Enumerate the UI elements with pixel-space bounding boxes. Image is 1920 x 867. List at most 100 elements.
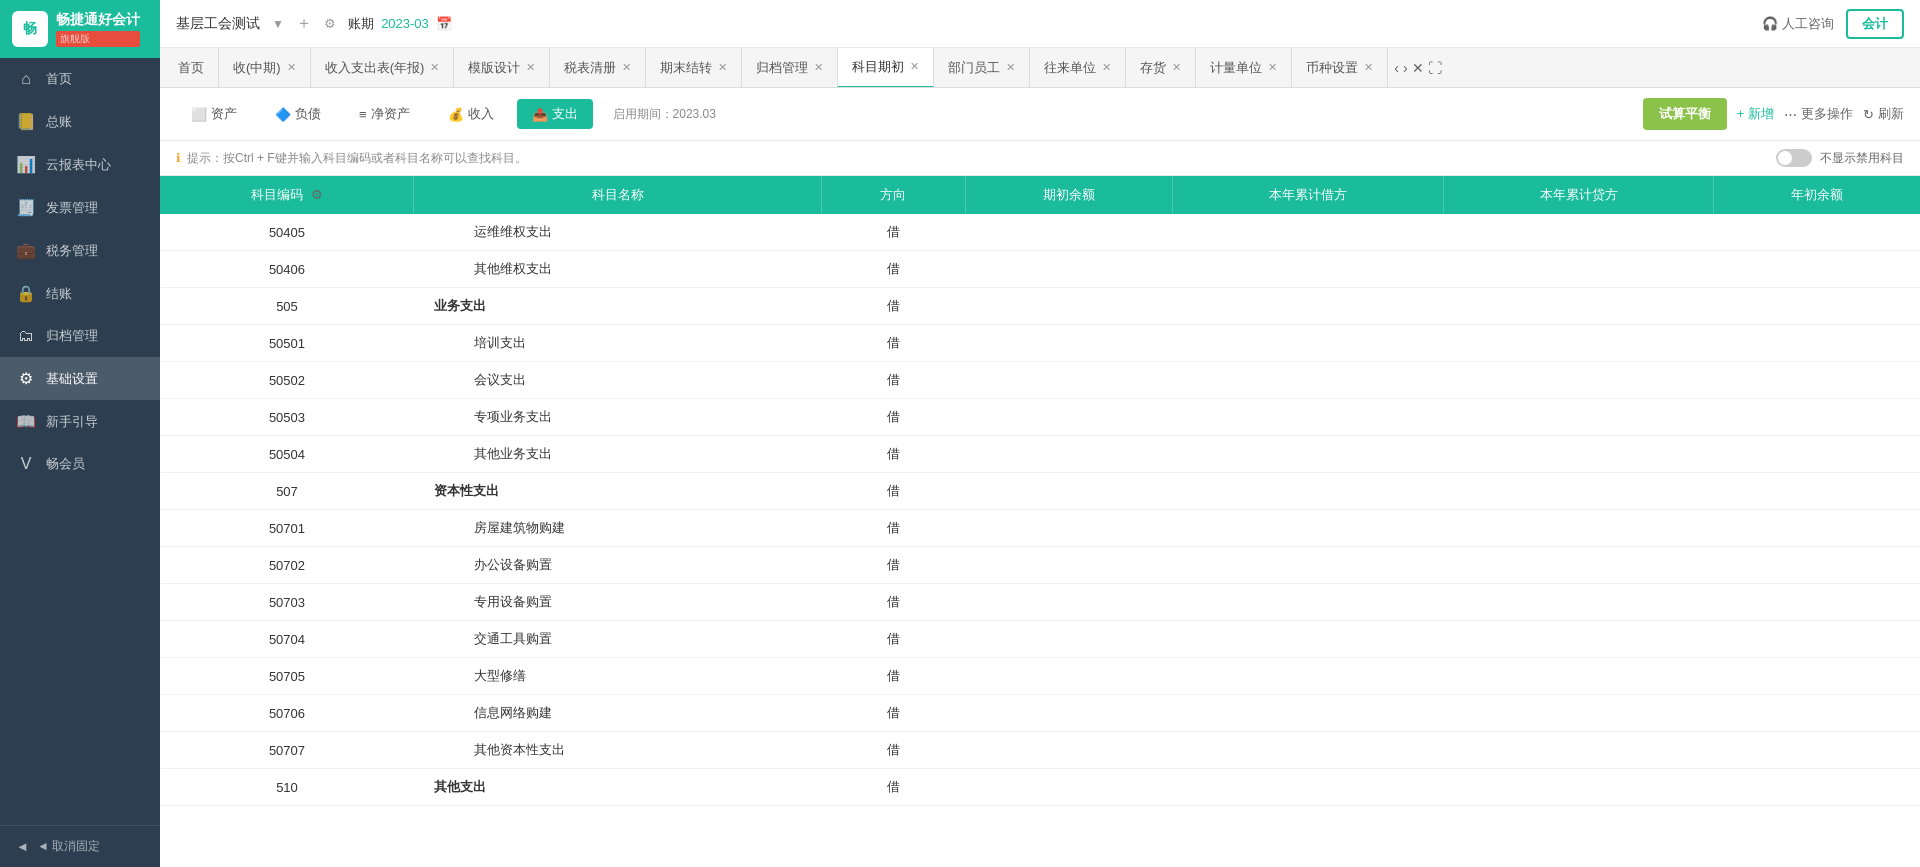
cell-opening-balance bbox=[965, 695, 1172, 732]
tab-income-annual[interactable]: 收入支出表(年报) ✕ bbox=[311, 48, 455, 88]
company-dropdown-icon[interactable]: ▼ bbox=[272, 17, 284, 31]
tab-unit[interactable]: 计量单位 ✕ bbox=[1196, 48, 1292, 88]
tab-currency-close[interactable]: ✕ bbox=[1364, 61, 1373, 74]
table-row[interactable]: 50501培训支出借 bbox=[160, 325, 1920, 362]
table-row[interactable]: 50406其他维权支出借 bbox=[160, 251, 1920, 288]
calculate-btn[interactable]: 试算平衡 bbox=[1643, 98, 1727, 130]
sidebar-item-settings[interactable]: ⚙ 基础设置 bbox=[0, 357, 160, 400]
filter-tab-income[interactable]: 💰 收入 bbox=[433, 99, 509, 129]
cell-ytd-debit bbox=[1172, 399, 1443, 436]
cell-code: 50706 bbox=[160, 695, 414, 732]
table-row[interactable]: 50705大型修缮借 bbox=[160, 658, 1920, 695]
sidebar-item-reports[interactable]: 📊 云报表中心 bbox=[0, 143, 160, 186]
table-row[interactable]: 50502会议支出借 bbox=[160, 362, 1920, 399]
table-row[interactable]: 50702办公设备购置借 bbox=[160, 547, 1920, 584]
table-row[interactable]: 50405运维维权支出借 bbox=[160, 214, 1920, 251]
col-ytd-credit: 本年累计贷方 bbox=[1443, 176, 1714, 214]
cell-ytd-debit bbox=[1172, 251, 1443, 288]
filter-tab-liability[interactable]: 🔷 负债 bbox=[260, 99, 336, 129]
tab-subject-init[interactable]: 科目期初 ✕ bbox=[838, 48, 934, 88]
cell-direction: 借 bbox=[821, 251, 965, 288]
tab-template-close[interactable]: ✕ bbox=[526, 61, 535, 74]
tab-close-all[interactable]: ✕ bbox=[1412, 60, 1424, 76]
cell-direction: 借 bbox=[821, 621, 965, 658]
more-btn[interactable]: ⋯ 更多操作 bbox=[1784, 105, 1853, 123]
tab-interim-close[interactable]: ✕ bbox=[287, 61, 296, 74]
tab-inventory[interactable]: 存货 ✕ bbox=[1126, 48, 1196, 88]
tab-nav-next[interactable]: › bbox=[1403, 60, 1408, 76]
tab-period-end[interactable]: 期末结转 ✕ bbox=[646, 48, 742, 88]
tab-counterparty-close[interactable]: ✕ bbox=[1102, 61, 1111, 74]
tab-unit-close[interactable]: ✕ bbox=[1268, 61, 1277, 74]
tab-template[interactable]: 模版设计 ✕ bbox=[454, 48, 550, 88]
topbar: 基层工会测试 ▼ ＋ ⚙ 账期 2023-03 📅 🎧 人工咨询 会计 bbox=[160, 0, 1920, 48]
tab-home[interactable]: 首页 bbox=[164, 48, 219, 88]
tab-archive-mgmt-close[interactable]: ✕ bbox=[814, 61, 823, 74]
tab-tax-table-label: 税表清册 bbox=[564, 59, 616, 77]
sidebar-item-tax[interactable]: 💼 税务管理 bbox=[0, 229, 160, 272]
tab-expand[interactable]: ⛶ bbox=[1428, 60, 1442, 76]
company-name: 基层工会测试 bbox=[176, 15, 260, 33]
table-row[interactable]: 50701房屋建筑物购建借 bbox=[160, 510, 1920, 547]
table-row[interactable]: 50707其他资本性支出借 bbox=[160, 732, 1920, 769]
help-btn[interactable]: 🎧 人工咨询 bbox=[1762, 15, 1834, 33]
company-settings-icon[interactable]: ⚙ bbox=[324, 16, 336, 31]
tab-interim[interactable]: 收(中期) ✕ bbox=[219, 48, 311, 88]
tab-archive-mgmt[interactable]: 归档管理 ✕ bbox=[742, 48, 838, 88]
filter-tab-expense[interactable]: 📤 支出 bbox=[517, 99, 593, 129]
sidebar-item-closing[interactable]: 🔒 结账 bbox=[0, 272, 160, 315]
sidebar-item-guide[interactable]: 📖 新手引导 bbox=[0, 400, 160, 443]
cell-year-opening bbox=[1714, 584, 1920, 621]
tab-tax-table-close[interactable]: ✕ bbox=[622, 61, 631, 74]
table-row[interactable]: 507资本性支出借 bbox=[160, 473, 1920, 510]
period-value[interactable]: 2023-03 bbox=[381, 16, 429, 31]
table-row[interactable]: 50503专项业务支出借 bbox=[160, 399, 1920, 436]
sidebar-item-general-ledger[interactable]: 📒 总账 bbox=[0, 100, 160, 143]
sidebar-item-home[interactable]: ⌂ 首页 bbox=[0, 58, 160, 100]
cell-year-opening bbox=[1714, 510, 1920, 547]
tab-counterparty[interactable]: 往来单位 ✕ bbox=[1030, 48, 1126, 88]
tab-income-annual-close[interactable]: ✕ bbox=[430, 61, 439, 74]
table-row[interactable]: 505业务支出借 bbox=[160, 288, 1920, 325]
tab-subject-init-close[interactable]: ✕ bbox=[910, 60, 919, 73]
disabled-subject-toggle[interactable] bbox=[1776, 149, 1812, 167]
sidebar-item-invoice[interactable]: 🧾 发票管理 bbox=[0, 186, 160, 229]
filter-tab-asset[interactable]: ⬜ 资产 bbox=[176, 99, 252, 129]
col-settings-icon[interactable]: ⚙ bbox=[311, 187, 323, 202]
cell-code: 50504 bbox=[160, 436, 414, 473]
add-btn[interactable]: + 新增 bbox=[1737, 105, 1774, 123]
add-company-btn[interactable]: ＋ bbox=[296, 13, 312, 34]
cell-name: 培训支出 bbox=[414, 325, 821, 362]
sidebar-item-member[interactable]: V 畅会员 bbox=[0, 443, 160, 485]
cell-name: 房屋建筑物购建 bbox=[414, 510, 821, 547]
user-role-btn[interactable]: 会计 bbox=[1846, 9, 1904, 39]
cell-name: 专项业务支出 bbox=[414, 399, 821, 436]
tab-period-end-close[interactable]: ✕ bbox=[718, 61, 727, 74]
tab-tax-table[interactable]: 税表清册 ✕ bbox=[550, 48, 646, 88]
table-row[interactable]: 50504其他业务支出借 bbox=[160, 436, 1920, 473]
table-row[interactable]: 510其他支出借 bbox=[160, 769, 1920, 806]
col-name: 科目名称 bbox=[414, 176, 821, 214]
cell-direction: 借 bbox=[821, 510, 965, 547]
sidebar-item-archive[interactable]: 🗂 归档管理 bbox=[0, 315, 160, 357]
tab-dept-staff-close[interactable]: ✕ bbox=[1006, 61, 1015, 74]
cell-direction: 借 bbox=[821, 769, 965, 806]
calendar-icon[interactable]: 📅 bbox=[436, 16, 452, 31]
sidebar-item-label: 发票管理 bbox=[46, 199, 98, 217]
filter-tab-net-asset[interactable]: ≡ 净资产 bbox=[344, 99, 425, 129]
tab-currency[interactable]: 币种设置 ✕ bbox=[1292, 48, 1388, 88]
table-row[interactable]: 50706信息网络购建借 bbox=[160, 695, 1920, 732]
table-row[interactable]: 50703专用设备购置借 bbox=[160, 584, 1920, 621]
refresh-btn[interactable]: ↻ 刷新 bbox=[1863, 105, 1904, 123]
sidebar-item-label: 归档管理 bbox=[46, 327, 98, 345]
cell-name: 其他资本性支出 bbox=[414, 732, 821, 769]
cell-name: 信息网络购建 bbox=[414, 695, 821, 732]
tab-inventory-close[interactable]: ✕ bbox=[1172, 61, 1181, 74]
tab-nav-prev[interactable]: ‹ bbox=[1394, 60, 1399, 76]
sidebar-collapse-btn[interactable]: ◄ ◄ 取消固定 bbox=[0, 825, 160, 867]
table-row[interactable]: 50704交通工具购置借 bbox=[160, 621, 1920, 658]
cell-ytd-debit bbox=[1172, 584, 1443, 621]
cell-year-opening bbox=[1714, 399, 1920, 436]
tab-dept-staff[interactable]: 部门员工 ✕ bbox=[934, 48, 1030, 88]
cell-name: 运维维权支出 bbox=[414, 214, 821, 251]
